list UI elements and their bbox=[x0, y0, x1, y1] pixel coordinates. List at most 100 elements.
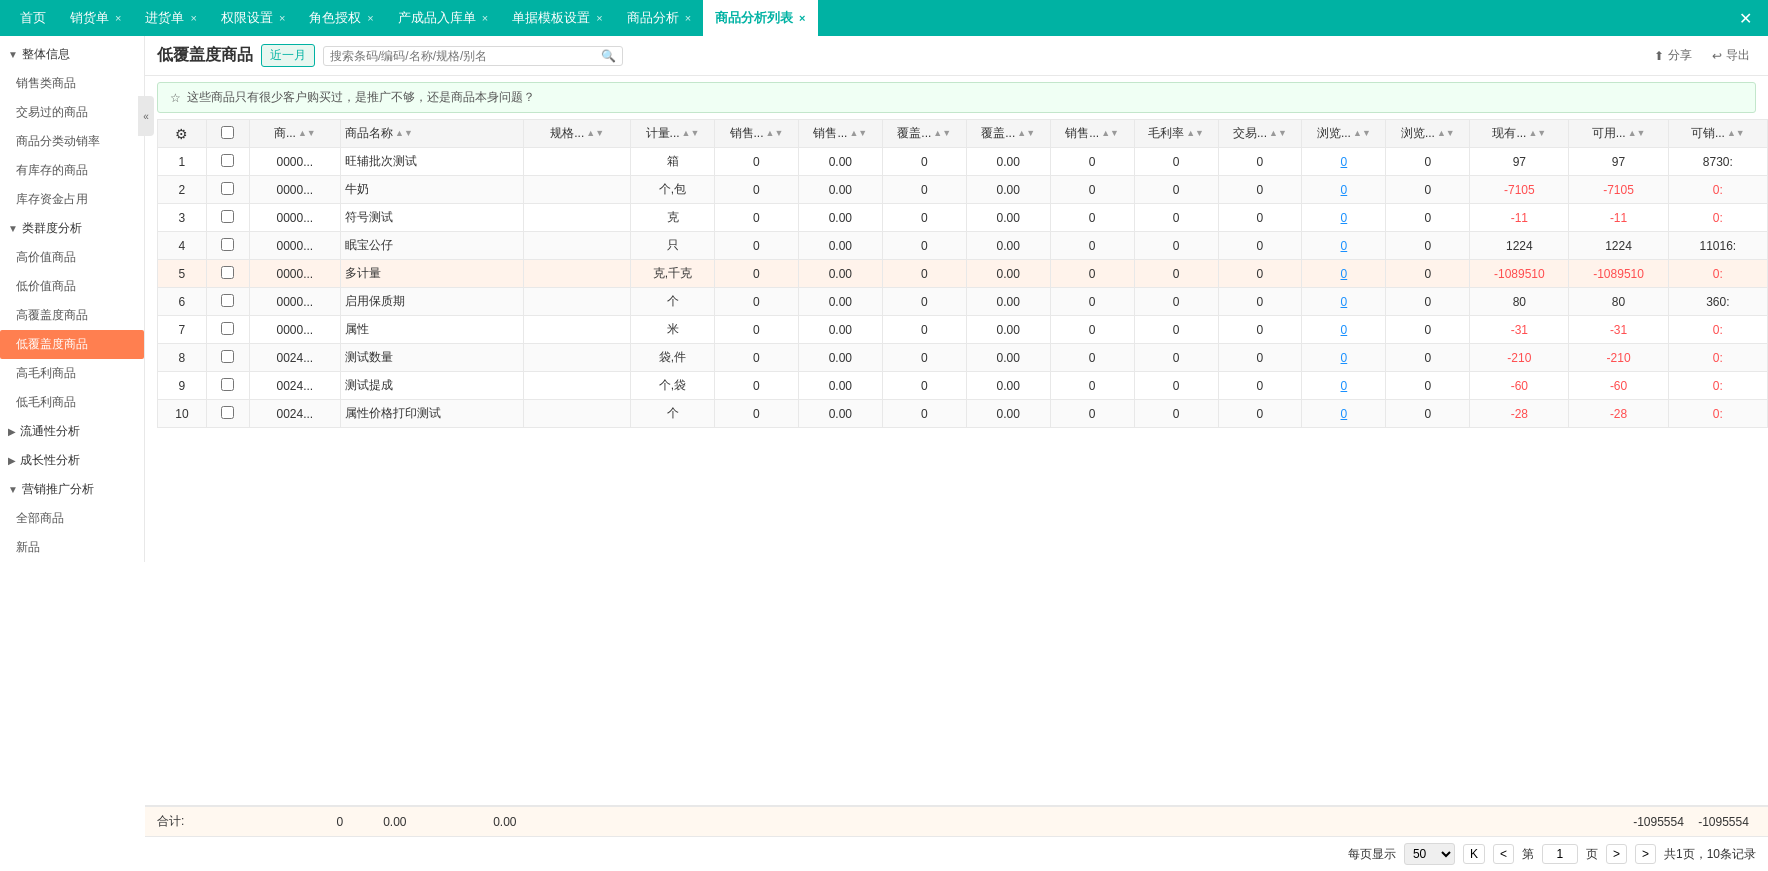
sidebar-section-growth[interactable]: ▶ 成长性分析 bbox=[0, 446, 144, 475]
th-avail[interactable]: 可销... ▲▼ bbox=[1668, 120, 1767, 148]
sidebar-item-low-coverage[interactable]: 低覆盖度商品 bbox=[0, 330, 144, 359]
nav-item-permission[interactable]: 权限设置 × bbox=[209, 0, 297, 36]
sidebar-item-high-margin[interactable]: 高毛利商品 bbox=[0, 359, 144, 388]
sidebar-collapse-button[interactable]: « bbox=[138, 96, 154, 136]
next-page-button[interactable]: > bbox=[1606, 844, 1627, 864]
th-margin[interactable]: 毛利率 ▲▼ bbox=[1134, 120, 1218, 148]
row-browse1[interactable]: 0 bbox=[1302, 148, 1386, 176]
sidebar-item-high-value[interactable]: 高价值商品 bbox=[0, 243, 144, 272]
close-icon[interactable]: × bbox=[190, 12, 196, 24]
browse-link[interactable]: 0 bbox=[1341, 351, 1348, 365]
row-checkbox-cell[interactable] bbox=[206, 372, 249, 400]
browse-link[interactable]: 0 bbox=[1341, 267, 1348, 281]
nav-item-role[interactable]: 角色授权 × bbox=[297, 0, 385, 36]
sidebar-item-sales-goods[interactable]: 销售类商品 bbox=[0, 69, 144, 98]
sidebar-item-stocked-goods[interactable]: 有库存的商品 bbox=[0, 156, 144, 185]
nav-item-analysis[interactable]: 商品分析 × bbox=[615, 0, 703, 36]
row-browse1[interactable]: 0 bbox=[1302, 204, 1386, 232]
close-icon[interactable]: × bbox=[799, 12, 805, 24]
nav-item-purchase[interactable]: 进货单 × bbox=[133, 0, 208, 36]
sidebar-item-all-goods[interactable]: 全部商品 bbox=[0, 504, 144, 533]
browse-link[interactable]: 0 bbox=[1341, 323, 1348, 337]
nav-item-analysis-list[interactable]: 商品分析列表 × bbox=[703, 0, 817, 36]
close-icon[interactable]: × bbox=[596, 12, 602, 24]
first-page-button[interactable]: K bbox=[1463, 844, 1485, 864]
th-name[interactable]: 商品名称 ▲▼ bbox=[341, 120, 524, 148]
browse-link[interactable]: 0 bbox=[1341, 211, 1348, 225]
row-checkbox-cell[interactable] bbox=[206, 400, 249, 428]
row-checkbox[interactable] bbox=[221, 322, 234, 335]
row-checkbox-cell[interactable] bbox=[206, 204, 249, 232]
sidebar-item-high-coverage[interactable]: 高覆盖度商品 bbox=[0, 301, 144, 330]
th-spec[interactable]: 规格... ▲▼ bbox=[524, 120, 631, 148]
row-checkbox[interactable] bbox=[221, 210, 234, 223]
th-trans[interactable]: 交易... ▲▼ bbox=[1218, 120, 1302, 148]
nav-item-sales[interactable]: 销货单 × bbox=[58, 0, 133, 36]
row-checkbox[interactable] bbox=[221, 294, 234, 307]
row-checkbox-cell[interactable] bbox=[206, 176, 249, 204]
th-browse1[interactable]: 浏览... ▲▼ bbox=[1302, 120, 1386, 148]
row-checkbox-cell[interactable] bbox=[206, 232, 249, 260]
browse-link[interactable]: 0 bbox=[1341, 239, 1348, 253]
row-checkbox-cell[interactable] bbox=[206, 260, 249, 288]
th-unit[interactable]: 计量... ▲▼ bbox=[631, 120, 715, 148]
browse-link[interactable]: 0 bbox=[1341, 407, 1348, 421]
row-checkbox[interactable] bbox=[221, 238, 234, 251]
row-checkbox-cell[interactable] bbox=[206, 288, 249, 316]
page-size-select[interactable]: 50 100 200 bbox=[1404, 843, 1455, 865]
window-close-button[interactable]: ✕ bbox=[1731, 9, 1760, 28]
th-settings[interactable]: ⚙ bbox=[158, 120, 207, 148]
browse-link[interactable]: 0 bbox=[1341, 183, 1348, 197]
row-checkbox-cell[interactable] bbox=[206, 316, 249, 344]
th-cover2[interactable]: 覆盖... ▲▼ bbox=[966, 120, 1050, 148]
th-browse2[interactable]: 浏览... ▲▼ bbox=[1386, 120, 1470, 148]
page-number-input[interactable] bbox=[1542, 844, 1578, 864]
th-stock1[interactable]: 现有... ▲▼ bbox=[1470, 120, 1569, 148]
row-browse1[interactable]: 0 bbox=[1302, 260, 1386, 288]
close-icon[interactable]: × bbox=[482, 12, 488, 24]
last-page-button[interactable]: > bbox=[1635, 844, 1656, 864]
th-code[interactable]: 商... ▲▼ bbox=[249, 120, 341, 148]
sidebar-item-capital[interactable]: 库存资金占用 bbox=[0, 185, 144, 214]
search-icon[interactable]: 🔍 bbox=[601, 49, 616, 63]
sidebar-section-marketing[interactable]: ▼ 营销推广分析 bbox=[0, 475, 144, 504]
browse-link[interactable]: 0 bbox=[1341, 155, 1348, 169]
nav-item-template[interactable]: 单据模板设置 × bbox=[500, 0, 614, 36]
close-icon[interactable]: × bbox=[367, 12, 373, 24]
sidebar-item-traded-goods[interactable]: 交易过的商品 bbox=[0, 98, 144, 127]
close-icon[interactable]: × bbox=[115, 12, 121, 24]
th-sales3[interactable]: 销售... ▲▼ bbox=[1050, 120, 1134, 148]
th-stock2[interactable]: 可用... ▲▼ bbox=[1569, 120, 1668, 148]
row-browse1[interactable]: 0 bbox=[1302, 176, 1386, 204]
prev-page-button[interactable]: < bbox=[1493, 844, 1514, 864]
row-browse1[interactable]: 0 bbox=[1302, 372, 1386, 400]
browse-link[interactable]: 0 bbox=[1341, 295, 1348, 309]
th-cover1[interactable]: 覆盖... ▲▼ bbox=[882, 120, 966, 148]
th-checkbox[interactable] bbox=[206, 120, 249, 148]
sidebar-item-new-goods[interactable]: 新品 bbox=[0, 533, 144, 562]
search-input[interactable] bbox=[330, 49, 597, 63]
row-browse1[interactable]: 0 bbox=[1302, 232, 1386, 260]
row-checkbox[interactable] bbox=[221, 350, 234, 363]
sidebar-item-low-value[interactable]: 低价值商品 bbox=[0, 272, 144, 301]
row-checkbox-cell[interactable] bbox=[206, 344, 249, 372]
nav-item-product[interactable]: 产成品入库单 × bbox=[386, 0, 500, 36]
close-icon[interactable]: × bbox=[279, 12, 285, 24]
row-checkbox[interactable] bbox=[221, 154, 234, 167]
th-sales1[interactable]: 销售... ▲▼ bbox=[714, 120, 798, 148]
sidebar-item-category-rate[interactable]: 商品分类动销率 bbox=[0, 127, 144, 156]
sidebar-section-cluster[interactable]: ▼ 类群度分析 bbox=[0, 214, 144, 243]
row-browse1[interactable]: 0 bbox=[1302, 344, 1386, 372]
row-checkbox[interactable] bbox=[221, 182, 234, 195]
th-sales2[interactable]: 销售... ▲▼ bbox=[798, 120, 882, 148]
row-checkbox-cell[interactable] bbox=[206, 148, 249, 176]
date-filter-button[interactable]: 近一月 bbox=[261, 44, 315, 67]
share-button[interactable]: ⬆ 分享 bbox=[1648, 45, 1698, 66]
row-checkbox[interactable] bbox=[221, 406, 234, 419]
row-browse1[interactable]: 0 bbox=[1302, 288, 1386, 316]
row-browse1[interactable]: 0 bbox=[1302, 400, 1386, 428]
export-button[interactable]: ↩ 导出 bbox=[1706, 45, 1756, 66]
row-checkbox[interactable] bbox=[221, 378, 234, 391]
sidebar-section-circulation[interactable]: ▶ 流通性分析 bbox=[0, 417, 144, 446]
select-all-checkbox[interactable] bbox=[221, 126, 234, 139]
